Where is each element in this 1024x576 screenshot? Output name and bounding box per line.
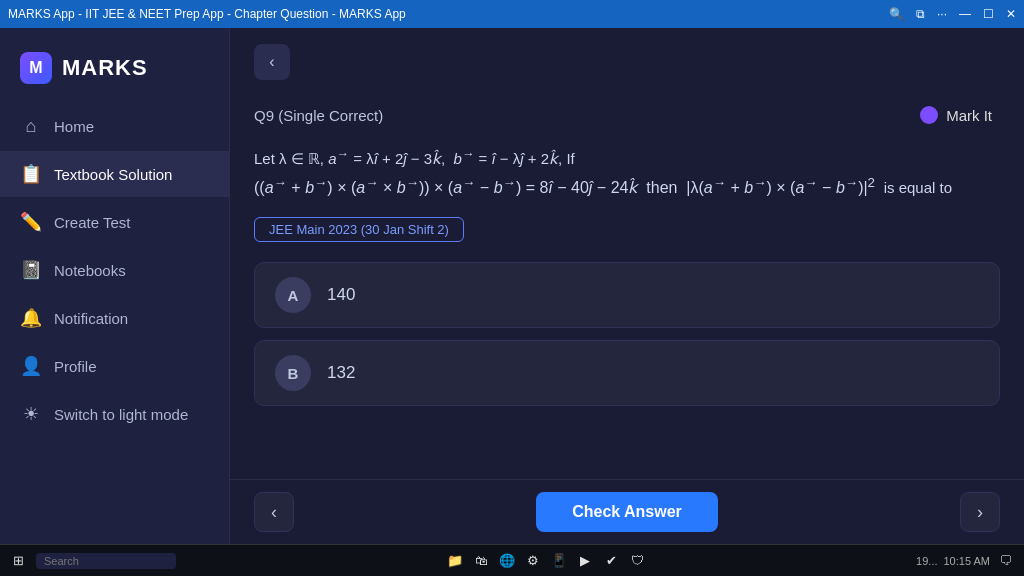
sidebar-item-textbook[interactable]: 📋 Textbook Solution xyxy=(0,151,229,197)
question-header: Q9 (Single Correct) Mark It xyxy=(254,102,1000,128)
taskbar-security-icon[interactable]: 🛡 xyxy=(627,551,647,571)
back-button[interactable]: ‹ xyxy=(254,44,290,80)
check-answer-button[interactable]: Check Answer xyxy=(536,492,718,532)
home-icon: ⌂ xyxy=(20,116,42,137)
taskbar-right: 19... 10:15 AM 🗨 xyxy=(916,551,1016,571)
option-a-circle: A xyxy=(275,277,311,313)
app-body: M MARKS ⌂ Home 📋 Textbook Solution ✏️ Cr… xyxy=(0,28,1024,544)
sidebar-item-home[interactable]: ⌂ Home xyxy=(0,104,229,149)
mark-dot-icon xyxy=(920,106,938,124)
title-bar: MARKS App - IIT JEE & NEET Prep App - Ch… xyxy=(0,0,1024,28)
option-a-value: 140 xyxy=(327,285,355,305)
question-text: Let λ ∈ ℝ, a→ = λî + 2ĵ − 3k̂, b→ = î − … xyxy=(254,144,1000,201)
sidebar-item-switch-mode[interactable]: ☀ Switch to light mode xyxy=(0,391,229,437)
close-button[interactable]: ✕ xyxy=(1006,7,1016,21)
sidebar-label-create-test: Create Test xyxy=(54,214,130,231)
textbook-icon: 📋 xyxy=(20,163,42,185)
sidebar-item-profile[interactable]: 👤 Profile xyxy=(0,343,229,389)
prev-question-button[interactable]: ‹ xyxy=(254,492,294,532)
sidebar-nav: ⌂ Home 📋 Textbook Solution ✏️ Create Tes… xyxy=(0,104,229,528)
taskbar-app-icon[interactable]: 📱 xyxy=(549,551,569,571)
option-b[interactable]: B 132 xyxy=(254,340,1000,406)
question-type: Q9 (Single Correct) xyxy=(254,107,383,124)
sidebar-label-textbook: Textbook Solution xyxy=(54,166,172,183)
sidebar-item-notebooks[interactable]: 📓 Notebooks xyxy=(0,247,229,293)
sidebar-label-switch-mode: Switch to light mode xyxy=(54,406,188,423)
taskbar-search[interactable] xyxy=(36,553,176,569)
layers-icon[interactable]: ⧉ xyxy=(916,7,925,21)
bottom-nav: ‹ Check Answer › xyxy=(230,479,1024,544)
light-mode-icon: ☀ xyxy=(20,403,42,425)
sidebar-label-profile: Profile xyxy=(54,358,97,375)
options-list: A 140 B 132 xyxy=(254,262,1000,406)
taskbar-edge-icon[interactable]: 🌐 xyxy=(497,551,517,571)
logo-letter: M xyxy=(29,59,42,77)
taskbar-center: 📁 🛍 🌐 ⚙ 📱 ▶ ✔ 🛡 xyxy=(445,551,647,571)
taskbar-youtube-icon[interactable]: ▶ xyxy=(575,551,595,571)
question-area: ‹ Q9 (Single Correct) Mark It Let λ ∈ ℝ,… xyxy=(230,28,1024,479)
minimize-button[interactable]: — xyxy=(959,7,971,21)
windows-icon[interactable]: ⊞ xyxy=(8,551,28,571)
time-label: 10:15 AM xyxy=(944,555,990,567)
main-content: ‹ Q9 (Single Correct) Mark It Let λ ∈ ℝ,… xyxy=(230,28,1024,544)
taskbar-file-icon[interactable]: 📁 xyxy=(445,551,465,571)
taskbar: ⊞ 📁 🛍 🌐 ⚙ 📱 ▶ ✔ 🛡 19... 10:15 AM 🗨 xyxy=(0,544,1024,576)
profile-icon: 👤 xyxy=(20,355,42,377)
sidebar-label-home: Home xyxy=(54,118,94,135)
sidebar: M MARKS ⌂ Home 📋 Textbook Solution ✏️ Cr… xyxy=(0,28,230,544)
taskbar-marks-icon[interactable]: ✔ xyxy=(601,551,621,571)
sidebar-label-notebooks: Notebooks xyxy=(54,262,126,279)
sidebar-logo: M MARKS xyxy=(0,44,229,104)
create-test-icon: ✏️ xyxy=(20,211,42,233)
sidebar-label-notification: Notification xyxy=(54,310,128,327)
option-b-value: 132 xyxy=(327,363,355,383)
more-icon[interactable]: ··· xyxy=(937,7,947,21)
next-question-button[interactable]: › xyxy=(960,492,1000,532)
title-bar-icons: 🔍 ⧉ ··· — ☐ ✕ xyxy=(889,7,1016,21)
notification-icon: 🔔 xyxy=(20,307,42,329)
notebooks-icon: 📓 xyxy=(20,259,42,281)
app-name: MARKS xyxy=(62,55,148,81)
window-title: MARKS App - IIT JEE & NEET Prep App - Ch… xyxy=(8,7,406,21)
taskbar-left: ⊞ xyxy=(8,551,176,571)
mark-it-label: Mark It xyxy=(946,107,992,124)
sidebar-item-create-test[interactable]: ✏️ Create Test xyxy=(0,199,229,245)
taskbar-settings-icon[interactable]: ⚙ xyxy=(523,551,543,571)
battery-label: 19... xyxy=(916,555,937,567)
option-b-circle: B xyxy=(275,355,311,391)
mark-it-button[interactable]: Mark It xyxy=(912,102,1000,128)
notification-taskbar-icon[interactable]: 🗨 xyxy=(996,551,1016,571)
option-a[interactable]: A 140 xyxy=(254,262,1000,328)
sidebar-item-notification[interactable]: 🔔 Notification xyxy=(0,295,229,341)
search-titlebar-icon[interactable]: 🔍 xyxy=(889,7,904,21)
logo-icon: M xyxy=(20,52,52,84)
maximize-button[interactable]: ☐ xyxy=(983,7,994,21)
taskbar-store-icon[interactable]: 🛍 xyxy=(471,551,491,571)
source-badge: JEE Main 2023 (30 Jan Shift 2) xyxy=(254,217,1000,262)
